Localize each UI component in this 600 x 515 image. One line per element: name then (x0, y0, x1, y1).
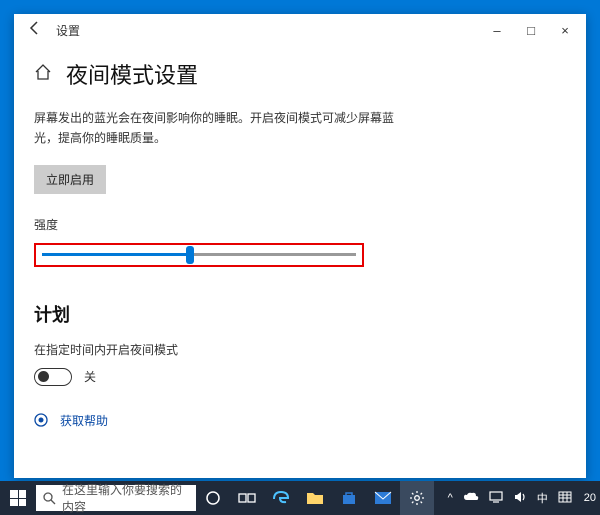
window-title: 设置 (56, 22, 80, 39)
ime-keyboard-icon[interactable] (558, 491, 572, 506)
schedule-toggle[interactable] (34, 368, 72, 386)
help-row: 获取帮助 (34, 412, 566, 429)
ime-indicator[interactable]: 中 (537, 490, 548, 506)
start-button[interactable] (0, 481, 36, 515)
volume-icon[interactable] (513, 490, 527, 507)
settings-taskbar-icon[interactable] (400, 481, 434, 515)
back-button[interactable] (24, 20, 46, 41)
intensity-slider-highlight (34, 243, 364, 267)
slider-thumb[interactable] (186, 246, 194, 264)
task-view-icon[interactable] (230, 481, 264, 515)
titlebar: 设置 – □ × (14, 14, 586, 46)
schedule-heading: 计划 (34, 301, 566, 327)
edge-icon[interactable] (264, 481, 298, 515)
minimize-button[interactable]: – (480, 16, 514, 44)
page-title: 夜间模式设置 (66, 58, 198, 90)
file-explorer-icon[interactable] (298, 481, 332, 515)
settings-window: 设置 – □ × 夜间模式设置 屏幕发出的蓝光会在夜间影响你的睡眠。开启夜间模式… (14, 14, 586, 478)
network-icon[interactable] (489, 490, 503, 507)
schedule-sub-label: 在指定时间内开启夜间模式 (34, 341, 566, 358)
clock[interactable]: 20 (580, 492, 600, 504)
intensity-label: 强度 (34, 216, 566, 233)
search-icon (42, 491, 56, 505)
tray-chevron-up-icon[interactable]: ^ (448, 492, 453, 504)
page-header: 夜间模式设置 (34, 58, 566, 90)
windows-logo-icon (10, 490, 26, 506)
cortana-icon[interactable] (196, 481, 230, 515)
store-icon[interactable] (332, 481, 366, 515)
toggle-knob (38, 371, 49, 382)
system-tray: ^ 中 (440, 490, 580, 507)
intensity-slider[interactable] (42, 249, 356, 261)
toggle-state-label: 关 (84, 368, 96, 385)
content-area: 夜间模式设置 屏幕发出的蓝光会在夜间影响你的睡眠。开启夜间模式可减少屏幕蓝光，提… (14, 46, 586, 449)
taskbar: 在这里输入你要搜索的内容 ^ (0, 481, 600, 515)
close-button[interactable]: × (548, 16, 582, 44)
mail-icon[interactable] (366, 481, 400, 515)
get-help-link[interactable]: 获取帮助 (60, 412, 108, 429)
onedrive-icon[interactable] (463, 491, 479, 506)
search-placeholder: 在这里输入你要搜索的内容 (62, 481, 190, 515)
maximize-button[interactable]: □ (514, 16, 548, 44)
description-text: 屏幕发出的蓝光会在夜间影响你的睡眠。开启夜间模式可减少屏幕蓝光，提高你的睡眠质量… (34, 108, 414, 149)
help-icon (34, 413, 48, 427)
schedule-toggle-row: 关 (34, 368, 566, 386)
pinned-apps (196, 481, 434, 515)
home-icon[interactable] (34, 63, 52, 86)
enable-now-button[interactable]: 立即启用 (34, 165, 106, 194)
taskbar-search[interactable]: 在这里输入你要搜索的内容 (36, 485, 196, 511)
